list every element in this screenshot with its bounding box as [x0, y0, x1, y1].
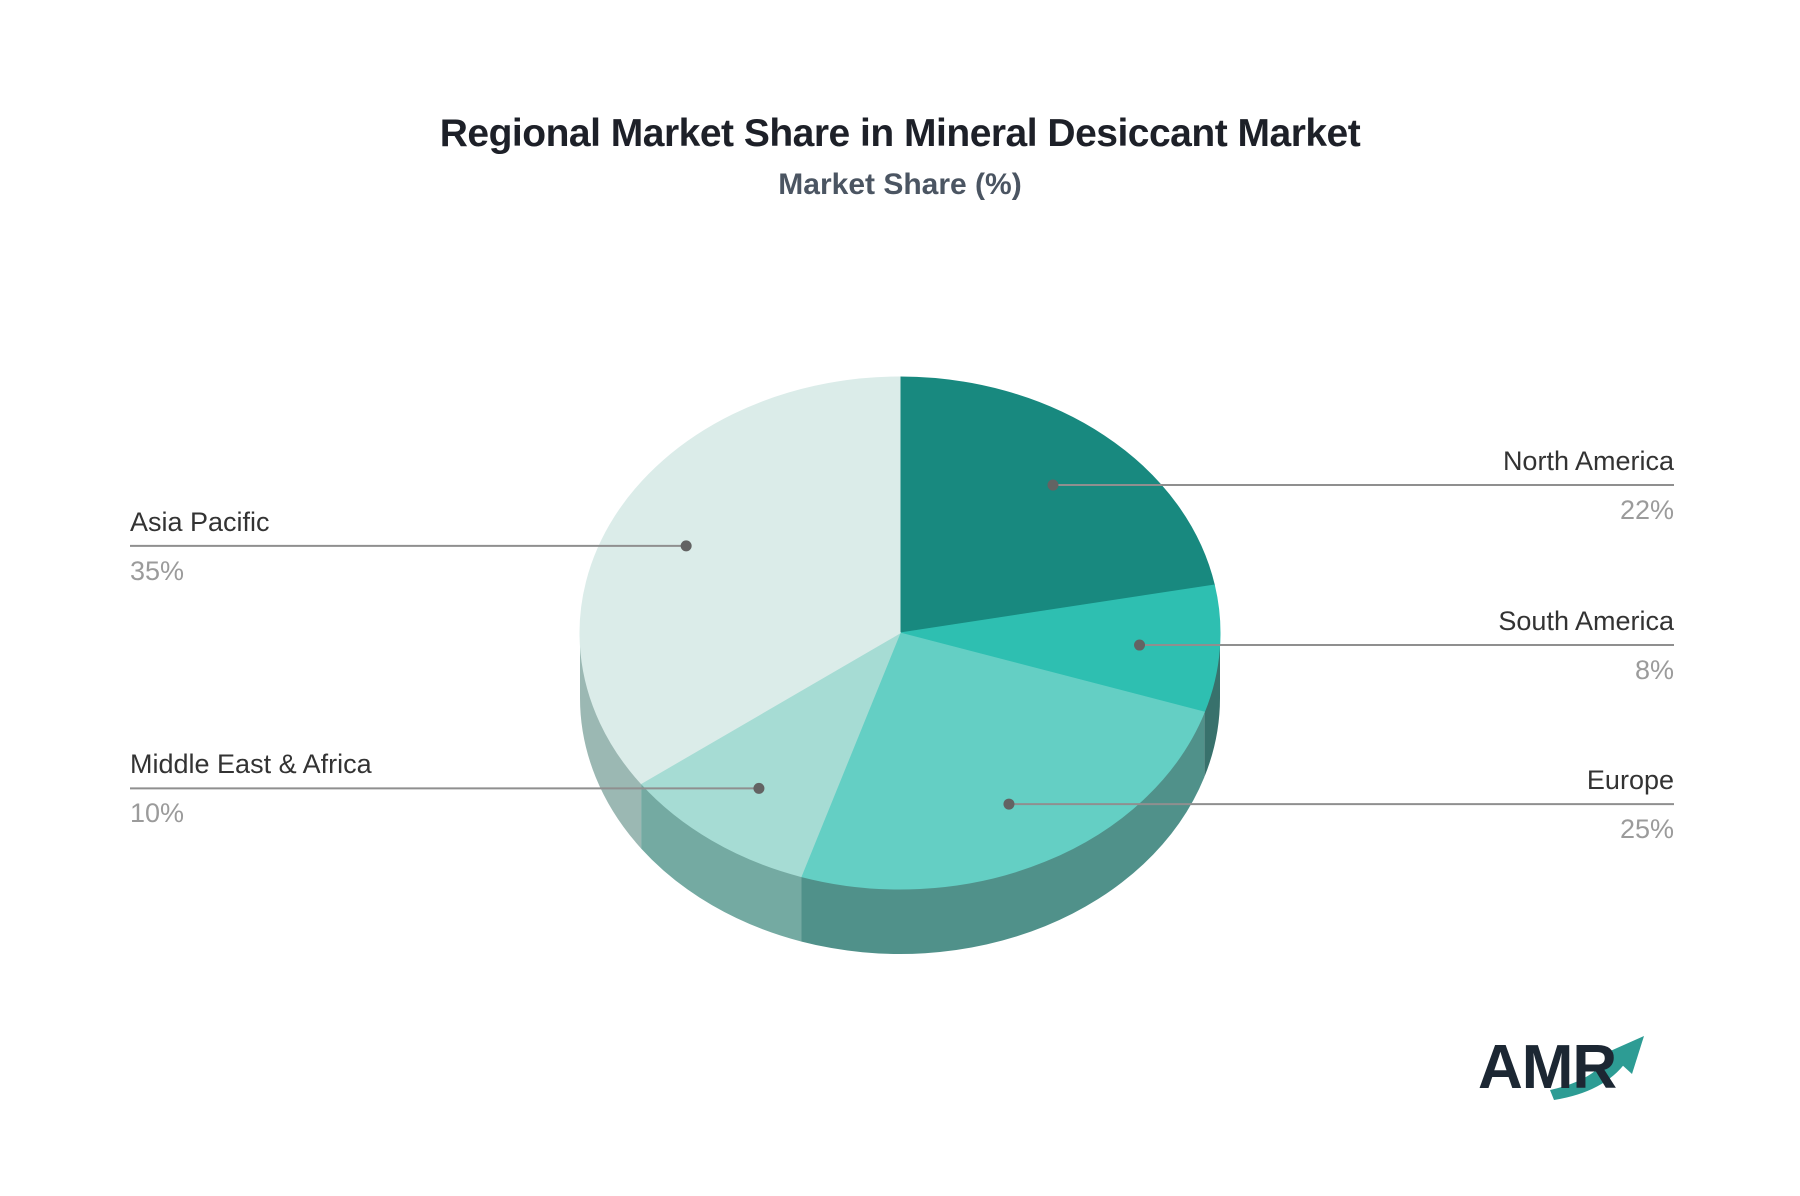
leader-dot-europe: [1003, 798, 1015, 810]
slice-value-middle-east-africa: 10%: [130, 798, 185, 829]
slice-label-south-america: South America: [1498, 606, 1674, 637]
page: { "chart_data": { "type": "pie", "title"…: [0, 0, 1800, 1196]
logo-text: AMR: [1478, 1033, 1617, 1102]
leader-dot-middle-east-africa: [753, 782, 765, 794]
leader-dot-north-america: [1047, 479, 1059, 491]
slice-label-north-america: North America: [1502, 446, 1674, 477]
pie-slices: [579, 376, 1221, 890]
slice-value-europe: 25%: [1619, 814, 1674, 845]
slice-label-middle-east-africa: Middle East & Africa: [130, 749, 372, 780]
amr-logo: AMR: [1470, 1022, 1690, 1132]
leader-dot-south-america: [1134, 639, 1146, 651]
slice-label-europe: Europe: [1586, 765, 1674, 796]
slice-value-asia-pacific: 35%: [130, 555, 185, 586]
slice-value-north-america: 22%: [1619, 495, 1674, 526]
slice-label-asia-pacific: Asia Pacific: [130, 506, 270, 537]
pie-chart: [130, 376, 1674, 954]
leader-dot-asia-pacific: [680, 540, 692, 552]
slice-value-south-america: 8%: [1634, 655, 1674, 686]
